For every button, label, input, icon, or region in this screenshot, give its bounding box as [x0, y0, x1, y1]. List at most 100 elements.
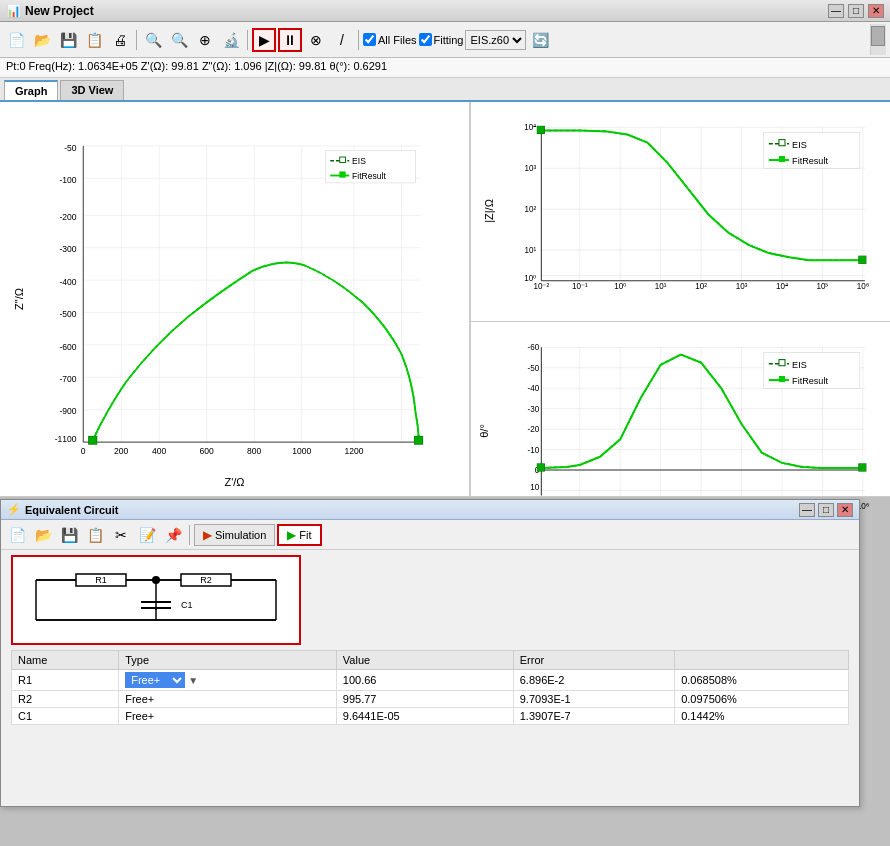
eq-save-button[interactable]: 💾	[57, 523, 81, 547]
window-title: New Project	[25, 4, 94, 18]
bode-z-svg: 10⁴ 10³ 10² 10¹ 10⁰ 10⁻² 10⁻¹ 10⁰ 10¹ 10…	[511, 112, 875, 291]
r1-type-select[interactable]: Free+	[125, 672, 185, 688]
r1-error2: 0.068508%	[675, 670, 849, 691]
eq-sep1	[189, 525, 190, 545]
svg-text:10¹: 10¹	[525, 246, 537, 255]
r2-error1: 9.7093E-1	[513, 691, 674, 708]
print-button[interactable]: 🖨	[108, 28, 132, 52]
svg-text:R2: R2	[200, 575, 212, 585]
eq-maximize-button[interactable]: □	[818, 503, 834, 517]
bode-theta-svg: -60 -50 -40 -30 -20 -10 0 10 10⁻² 10⁻¹ 1…	[511, 332, 875, 511]
svg-text:10⁰: 10⁰	[614, 282, 626, 291]
zoom-out-button[interactable]: 🔍	[167, 28, 191, 52]
fitting-checkbox[interactable]	[419, 33, 432, 46]
r2-name: R2	[12, 691, 119, 708]
bode-theta-ylabel: θ/°	[478, 425, 490, 439]
allfiles-check-container: All Files	[363, 33, 417, 46]
close-button[interactable]: ✕	[868, 4, 884, 18]
svg-text:1200: 1200	[344, 446, 363, 456]
status-bar: Pt:0 Freq(Hz): 1.0634E+05 Z'(Ω): 99.81 Z…	[0, 58, 890, 78]
maximize-button[interactable]: □	[848, 4, 864, 18]
col-name: Name	[12, 651, 119, 670]
svg-text:-20: -20	[528, 425, 540, 434]
play-button[interactable]: ▶	[252, 28, 276, 52]
svg-text:C1: C1	[181, 600, 193, 610]
eq-paste-button[interactable]: 📌	[161, 523, 185, 547]
nyquist-fit-marker-start	[89, 437, 97, 444]
svg-text:-100: -100	[59, 175, 76, 185]
svg-text:1000: 1000	[292, 446, 311, 456]
nyquist-eis-path	[93, 263, 419, 441]
fit-legend-marker	[340, 172, 346, 178]
svg-text:EIS: EIS	[792, 140, 807, 150]
bode-z-fit-marker-low	[537, 126, 544, 133]
zoom-fit-button[interactable]: ⊕	[193, 28, 217, 52]
eq-minimize-button[interactable]: —	[799, 503, 815, 517]
eq-new-button[interactable]: 📄	[5, 523, 29, 547]
svg-text:-700: -700	[59, 374, 76, 384]
svg-text:800: 800	[247, 446, 262, 456]
eq-win-controls: — □ ✕	[799, 503, 853, 517]
cursor-button[interactable]: ⊗	[304, 28, 328, 52]
svg-text:10⁻¹: 10⁻¹	[572, 282, 588, 291]
saveas-button[interactable]: 📋	[82, 28, 106, 52]
svg-rect-74	[779, 156, 785, 162]
eq-open-button[interactable]: 📂	[31, 523, 55, 547]
svg-text:-60: -60	[528, 343, 540, 352]
svg-text:-30: -30	[528, 405, 540, 414]
nyquist-plot: Z"/Ω -50 -100 -200 -300 -400 -500 -600 -…	[0, 102, 470, 496]
bode-z-fit-marker-high	[859, 256, 866, 263]
svg-text:10: 10	[530, 483, 539, 492]
c1-value: 9.6441E-05	[336, 708, 513, 725]
sep1	[136, 30, 137, 50]
svg-text:10⁴: 10⁴	[524, 123, 536, 132]
new-button[interactable]: 📄	[4, 28, 28, 52]
tab-graph[interactable]: Graph	[4, 80, 58, 100]
table-row: C1 Free+ 9.6441E-05 1.3907E-7 0.1442%	[12, 708, 849, 725]
allfiles-checkbox[interactable]	[363, 33, 376, 46]
tab-3dview[interactable]: 3D View	[60, 80, 124, 100]
table-row: R1 Free+ ▼ 100.66 6.896E-2 0.068508%	[12, 670, 849, 691]
zoom-custom-button[interactable]: 🔬	[219, 28, 243, 52]
eq-close-button[interactable]: ✕	[837, 503, 853, 517]
c1-error1: 1.3907E-7	[513, 708, 674, 725]
graph-area: Z"/Ω -50 -100 -200 -300 -400 -500 -600 -…	[0, 102, 890, 497]
eq-panel-title: Equivalent Circuit	[25, 504, 119, 516]
zoom-in-button[interactable]: 🔍	[141, 28, 165, 52]
svg-text:-400: -400	[59, 277, 76, 287]
sep2	[247, 30, 248, 50]
status-text: Pt:0 Freq(Hz): 1.0634E+05 Z'(Ω): 99.81 Z…	[6, 60, 387, 72]
svg-text:-50: -50	[528, 364, 540, 373]
svg-text:FitResult: FitResult	[352, 171, 386, 181]
svg-text:10²: 10²	[695, 282, 707, 291]
eq-copy-button[interactable]: 📝	[135, 523, 159, 547]
line-button[interactable]: /	[330, 28, 354, 52]
save-button[interactable]: 💾	[56, 28, 80, 52]
svg-text:10³: 10³	[525, 164, 537, 173]
circuit-diagram: R1 R2 C1	[11, 555, 301, 645]
minimize-button[interactable]: —	[828, 4, 844, 18]
fit-button[interactable]: ▶ Fit	[277, 524, 321, 546]
c1-error2: 0.1442%	[675, 708, 849, 725]
circuit-svg: R1 R2 C1	[26, 560, 286, 640]
svg-text:-300: -300	[59, 244, 76, 254]
app-icon: 📊	[6, 4, 21, 18]
refresh-button[interactable]: 🔄	[528, 28, 552, 52]
title-bar-left: 📊 New Project	[6, 4, 94, 18]
svg-text:EIS: EIS	[792, 360, 807, 370]
eq-cut-button[interactable]: ✂	[109, 523, 133, 547]
svg-rect-71	[779, 140, 785, 146]
title-bar: 📊 New Project — □ ✕	[0, 0, 890, 22]
stop-button[interactable]: ⏸	[278, 28, 302, 52]
svg-text:200: 200	[114, 446, 129, 456]
svg-rect-115	[779, 360, 785, 366]
eq-circuit-panel: ⚡ Equivalent Circuit — □ ✕ 📄 📂 💾 📋 ✂ 📝 📌…	[0, 499, 860, 807]
open-button[interactable]: 📂	[30, 28, 54, 52]
param-table: Name Type Value Error R1 Free+ ▼ 100.66 …	[11, 650, 849, 725]
fitting-label: Fitting	[434, 34, 464, 46]
eq-saveas-button[interactable]: 📋	[83, 523, 107, 547]
file-select[interactable]: EIS.z60	[465, 30, 526, 50]
simulation-button[interactable]: ▶ Simulation	[194, 524, 275, 546]
svg-text:-1100: -1100	[55, 434, 77, 444]
svg-text:10⁶: 10⁶	[857, 282, 869, 291]
